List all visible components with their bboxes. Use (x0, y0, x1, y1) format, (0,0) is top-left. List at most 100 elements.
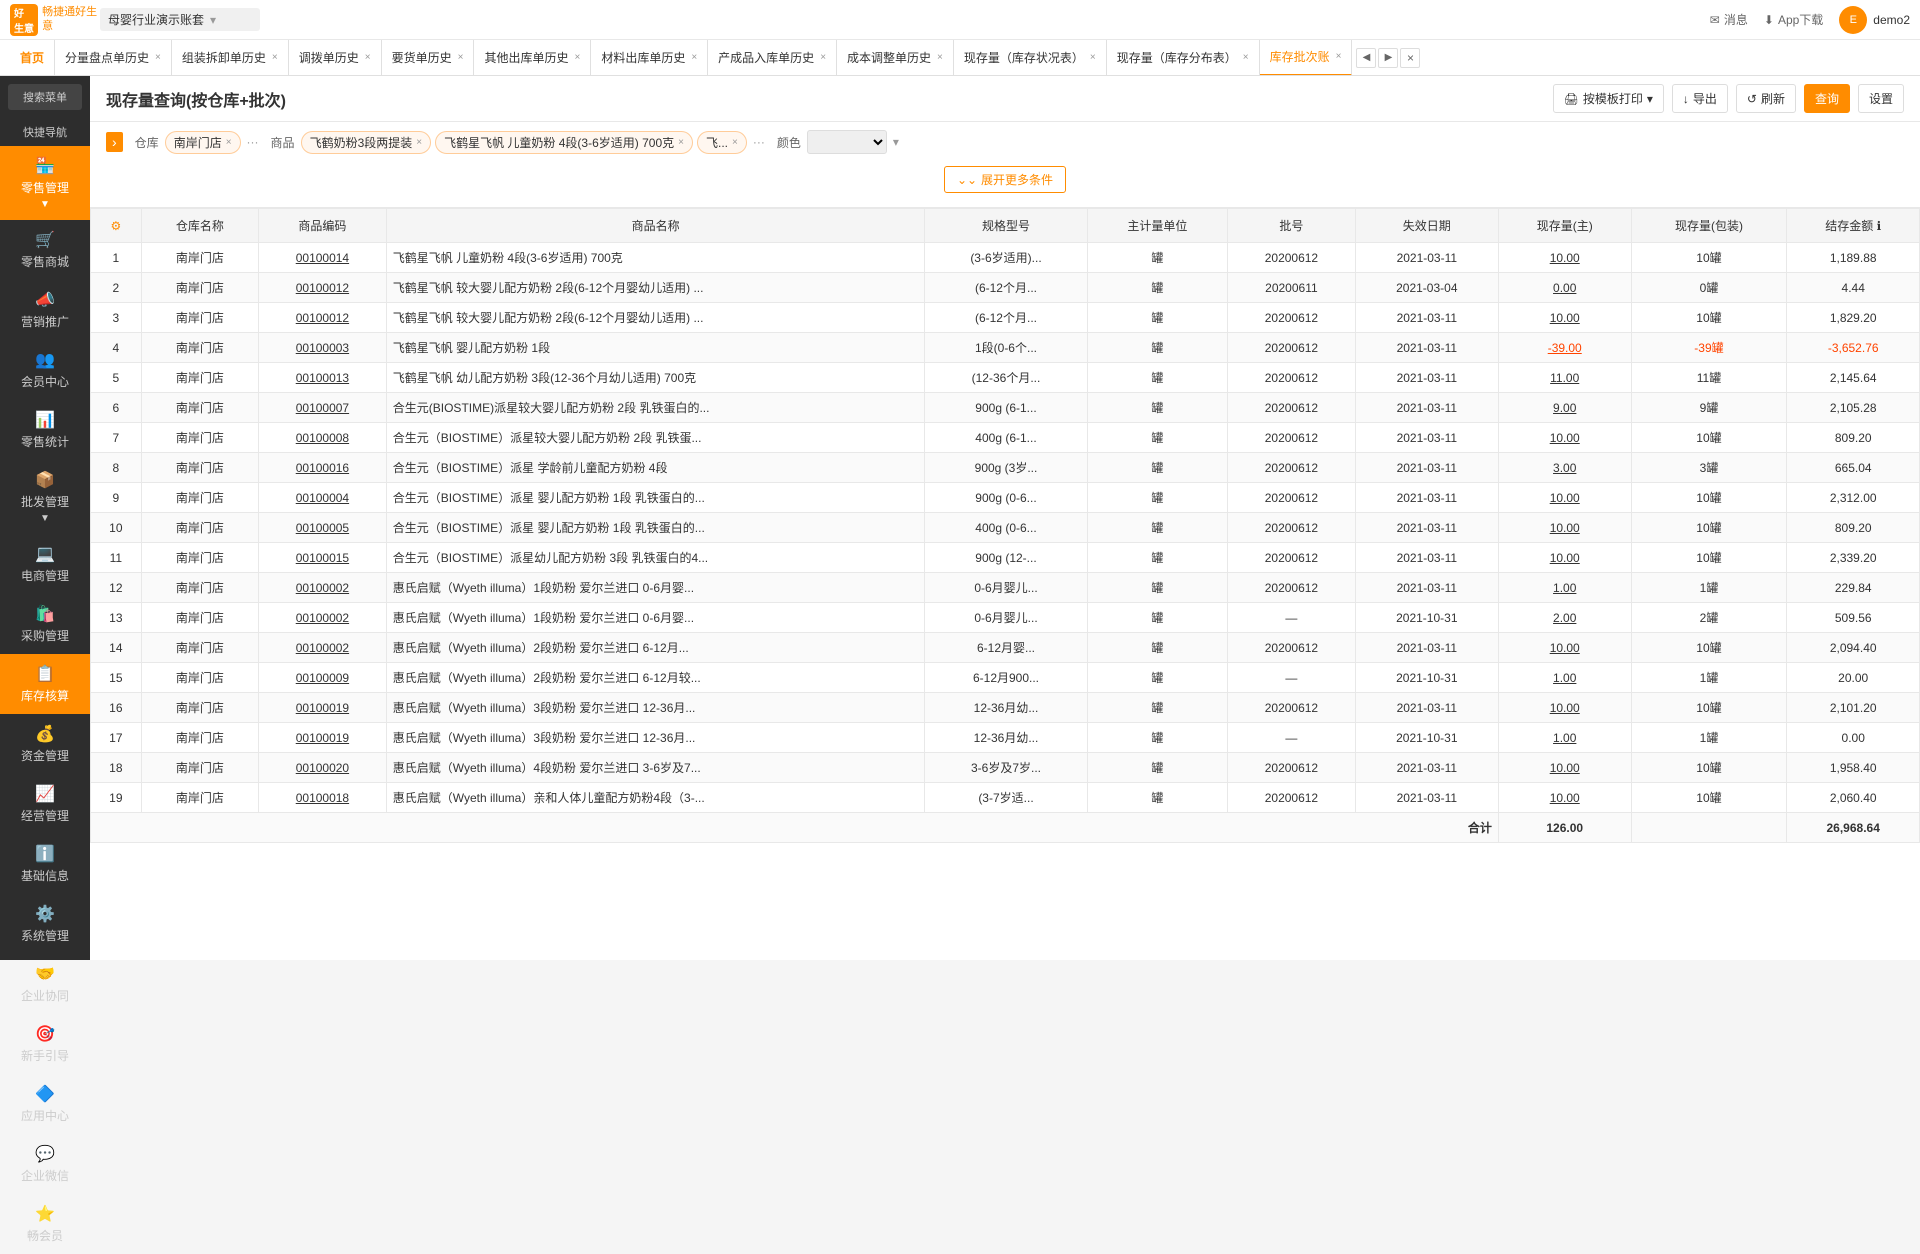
tab-prev-button[interactable]: ◀ (1356, 48, 1376, 68)
row-code[interactable]: 00100020 (259, 753, 387, 783)
close-icon[interactable]: × (1243, 52, 1249, 63)
tab-zuzhangchaijian[interactable]: 组装拆卸单历史 × (172, 40, 289, 76)
tab-cailiaochukulishi[interactable]: 材料出库单历史 × (591, 40, 708, 76)
product-filter-more[interactable]: ··· (753, 135, 765, 149)
row-qty-main[interactable]: 9.00 (1498, 393, 1631, 423)
row-code[interactable]: 00100002 (259, 633, 387, 663)
query-button[interactable]: 查询 (1804, 84, 1850, 113)
row-qty-main[interactable]: 10.00 (1498, 543, 1631, 573)
row-qty-main[interactable]: 1.00 (1498, 723, 1631, 753)
close-icon[interactable]: × (574, 52, 580, 63)
row-code[interactable]: 00100014 (259, 243, 387, 273)
close-icon[interactable]: × (820, 52, 826, 63)
row-code[interactable]: 00100018 (259, 783, 387, 813)
sidebar-item-guide[interactable]: 🎯 新手引导 (0, 1014, 90, 1074)
row-code[interactable]: 00100019 (259, 693, 387, 723)
tab-fenliangpandian[interactable]: 分量盘点单历史 × (55, 40, 172, 76)
warehouse-filter-more[interactable]: ··· (247, 135, 259, 149)
row-qty-main[interactable]: 10.00 (1498, 303, 1631, 333)
row-code[interactable]: 00100019 (259, 723, 387, 753)
row-qty-main[interactable]: 10.00 (1498, 783, 1631, 813)
tab-chanchengpinruku[interactable]: 产成品入库单历史 × (708, 40, 837, 76)
sidebar-item-ecommerce[interactable]: 💻 电商管理 (0, 534, 90, 594)
sidebar-item-app-center[interactable]: 🔷 应用中心 (0, 1074, 90, 1134)
close-all-tabs-button[interactable]: × (1400, 48, 1420, 68)
settings-button[interactable]: 设置 (1858, 84, 1904, 113)
tab-chengbenhistory[interactable]: 成本调整单历史 × (837, 40, 954, 76)
sidebar-item-retail-mall[interactable]: 🛒 零售商城 (0, 220, 90, 280)
row-qty-main[interactable]: 10.00 (1498, 693, 1631, 723)
row-code[interactable]: 00100002 (259, 603, 387, 633)
close-icon[interactable]: × (155, 52, 161, 63)
color-select[interactable] (807, 130, 887, 154)
remove-warehouse-tag-button[interactable]: × (226, 137, 232, 148)
row-code[interactable]: 00100003 (259, 333, 387, 363)
sidebar-item-wholesale[interactable]: 📦 批发管理 ▼ (0, 460, 90, 534)
row-qty-main[interactable]: 10.00 (1498, 513, 1631, 543)
remove-product-tag-1-button[interactable]: × (416, 137, 422, 148)
close-icon[interactable]: × (272, 52, 278, 63)
sidebar-item-system[interactable]: ⚙️ 系统管理 (0, 894, 90, 954)
row-code[interactable]: 00100012 (259, 303, 387, 333)
sidebar-item-retail-stats[interactable]: 📊 零售统计 (0, 400, 90, 460)
row-code[interactable]: 00100015 (259, 543, 387, 573)
expand-conditions-button[interactable]: ⌄⌄ 展开更多条件 (944, 166, 1066, 193)
close-icon[interactable]: × (1336, 51, 1342, 62)
app-download-button[interactable]: ⬇ App下载 (1764, 11, 1823, 28)
row-code[interactable]: 00100005 (259, 513, 387, 543)
filter-expand-arrow-button[interactable]: › (106, 132, 123, 152)
close-icon[interactable]: × (458, 52, 464, 63)
row-qty-main[interactable]: 10.00 (1498, 633, 1631, 663)
row-qty-main[interactable]: 0.00 (1498, 273, 1631, 303)
row-qty-main[interactable]: 10.00 (1498, 483, 1631, 513)
row-qty-main[interactable]: 1.00 (1498, 663, 1631, 693)
remove-product-tag-3-button[interactable]: × (732, 137, 738, 148)
sidebar-item-member[interactable]: ⭐ 畅会员 (0, 1194, 90, 1254)
row-qty-main[interactable]: 10.00 (1498, 243, 1631, 273)
row-code[interactable]: 00100016 (259, 453, 387, 483)
tab-xiancunliang1[interactable]: 现存量（库存状况表） × (954, 40, 1107, 76)
col-settings[interactable]: ⚙ (91, 209, 142, 243)
tab-diaobodanhistory[interactable]: 调拨单历史 × (289, 40, 382, 76)
row-code[interactable]: 00100002 (259, 573, 387, 603)
tab-kucunpici[interactable]: 库存批次账 × (1260, 40, 1353, 76)
user-area[interactable]: E demo2 (1839, 6, 1910, 34)
sidebar-item-purchase[interactable]: 🛍️ 采购管理 (0, 594, 90, 654)
tab-home[interactable]: 首页 (10, 40, 55, 76)
tab-qitachukulishi[interactable]: 其他出库单历史 × (474, 40, 591, 76)
row-qty-main[interactable]: 11.00 (1498, 363, 1631, 393)
row-qty-main[interactable]: 3.00 (1498, 453, 1631, 483)
sidebar-item-operations[interactable]: 📈 经营管理 (0, 774, 90, 834)
sidebar-item-member-center[interactable]: 👥 会员中心 (0, 340, 90, 400)
remove-product-tag-2-button[interactable]: × (678, 137, 684, 148)
row-code[interactable]: 00100013 (259, 363, 387, 393)
row-qty-main[interactable]: 10.00 (1498, 753, 1631, 783)
account-selector[interactable]: 母婴行业演示账套 ▾ (100, 8, 260, 31)
row-qty-main[interactable]: -39.00 (1498, 333, 1631, 363)
row-qty-main[interactable]: 1.00 (1498, 573, 1631, 603)
close-icon[interactable]: × (1090, 52, 1096, 63)
row-code[interactable]: 00100004 (259, 483, 387, 513)
close-icon[interactable]: × (937, 52, 943, 63)
sidebar-item-wechat-work[interactable]: 💬 企业微信 (0, 1134, 90, 1194)
row-code[interactable]: 00100007 (259, 393, 387, 423)
template-print-button[interactable]: 🖨 按模板打印 ▾ (1553, 84, 1664, 113)
row-qty-main[interactable]: 10.00 (1498, 423, 1631, 453)
sidebar-item-collab[interactable]: 🤝 企业协同 (0, 954, 90, 1014)
export-button[interactable]: ↓ 导出 (1672, 84, 1728, 113)
refresh-button[interactable]: ↺ 刷新 (1736, 84, 1796, 113)
row-qty-main[interactable]: 2.00 (1498, 603, 1631, 633)
tab-next-button[interactable]: ▶ (1378, 48, 1398, 68)
sidebar-item-marketing[interactable]: 📣 营销推广 (0, 280, 90, 340)
row-code[interactable]: 00100008 (259, 423, 387, 453)
row-code[interactable]: 00100012 (259, 273, 387, 303)
tab-xiancunliang2[interactable]: 现存量（库存分布表） × (1107, 40, 1260, 76)
quick-nav-button[interactable]: 快捷导航 (0, 118, 90, 146)
search-menu-button[interactable]: 搜索菜单 (8, 84, 82, 110)
close-icon[interactable]: × (691, 52, 697, 63)
close-icon[interactable]: × (365, 52, 371, 63)
sidebar-item-inventory[interactable]: 📋 库存核算 (0, 654, 90, 714)
row-code[interactable]: 00100009 (259, 663, 387, 693)
sidebar-item-basic-info[interactable]: ℹ️ 基础信息 (0, 834, 90, 894)
tab-yaohuo[interactable]: 要货单历史 × (382, 40, 475, 76)
